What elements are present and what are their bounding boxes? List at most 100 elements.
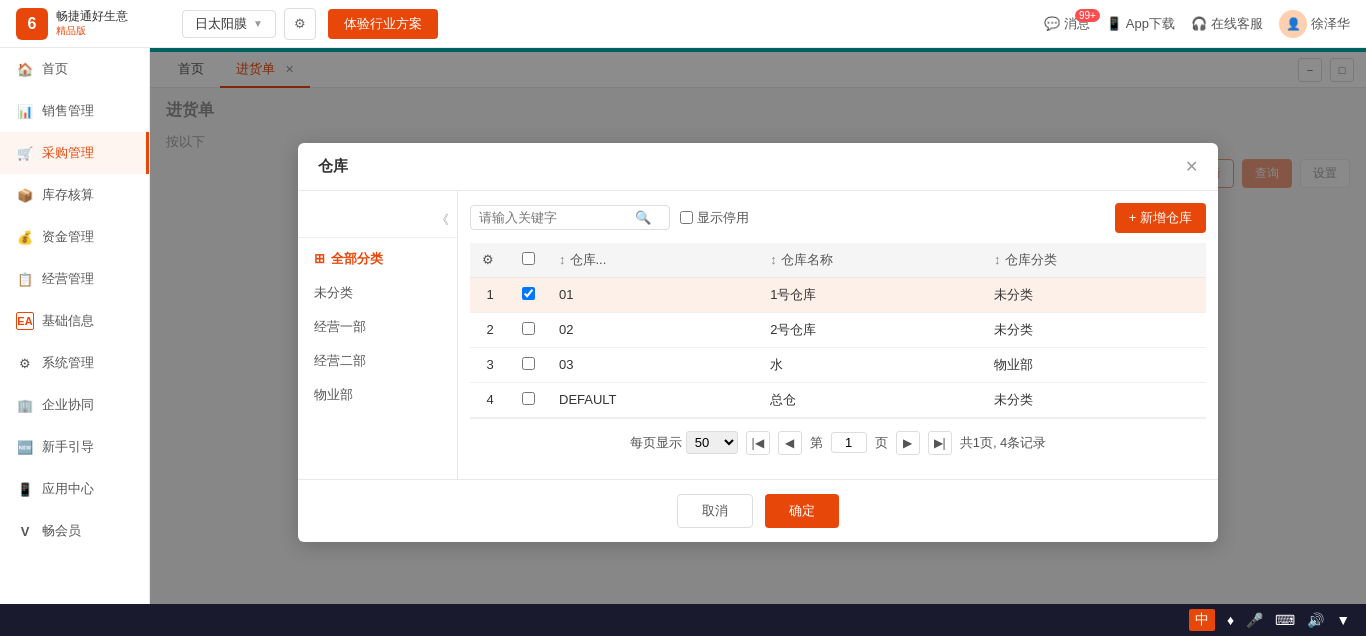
- row-checkbox[interactable]: [522, 287, 535, 300]
- row-category: 物业部: [982, 347, 1206, 382]
- sidebar-item-purchase[interactable]: 🛒 采购管理: [0, 132, 149, 174]
- table-row[interactable]: 1 01 1号仓库 未分类: [470, 277, 1206, 312]
- page-size-selector[interactable]: 每页显示 50 100 200: [630, 431, 738, 454]
- row-number: 4: [470, 382, 510, 417]
- content-area: 首页 进货单 ✕ − □ 进货单 按以下 🖨 打印: [150, 48, 1366, 636]
- sidebar-item-inventory[interactable]: 📦 库存核算: [0, 174, 149, 216]
- row-checkbox-cell[interactable]: [510, 347, 547, 382]
- modal-category-dept1[interactable]: 经营一部: [298, 310, 457, 344]
- sidebar-item-enterprise[interactable]: 🏢 企业协同: [0, 384, 149, 426]
- row-checkbox-cell[interactable]: [510, 277, 547, 312]
- system-icon: ⚙: [16, 354, 34, 372]
- collapse-icon: 《: [436, 212, 449, 227]
- table-row[interactable]: 3 03 水 物业部: [470, 347, 1206, 382]
- row-code: 02: [547, 312, 758, 347]
- sidebar-label-operation: 经营管理: [42, 270, 94, 288]
- vip-icon: V: [16, 522, 34, 540]
- modal-footer: 取消 确定: [298, 479, 1218, 542]
- modal-category-dept2[interactable]: 经营二部: [298, 344, 457, 378]
- table-container: ⚙ ↕仓库...: [470, 243, 1206, 418]
- modal-sidebar-collapse[interactable]: 《: [298, 203, 457, 238]
- sidebar-label-purchase: 采购管理: [42, 144, 94, 162]
- settings-button[interactable]: ⚙: [284, 8, 316, 40]
- phone-icon: 📱: [1106, 16, 1122, 31]
- row-checkbox[interactable]: [522, 392, 535, 405]
- first-page-button[interactable]: |◀: [746, 431, 770, 455]
- per-page-label: 每页显示: [630, 434, 682, 452]
- user-item[interactable]: 👤 徐泽华: [1279, 10, 1350, 38]
- sidebar-item-vip[interactable]: V 畅会员: [0, 510, 149, 552]
- online-service-item[interactable]: 🎧 在线客服: [1191, 15, 1263, 33]
- speaker-icon[interactable]: 🔊: [1307, 612, 1324, 628]
- row-code: 01: [547, 277, 758, 312]
- modal-category-uncategorized[interactable]: 未分类: [298, 276, 457, 310]
- cancel-button[interactable]: 取消: [677, 494, 753, 528]
- row-checkbox-cell[interactable]: [510, 312, 547, 347]
- sidebar-label-finance: 资金管理: [42, 228, 94, 246]
- modal-header: 仓库 ✕: [298, 143, 1218, 191]
- app-download-item[interactable]: 📱 App下载: [1106, 15, 1175, 33]
- show-disabled-label[interactable]: 显示停用: [680, 209, 749, 227]
- row-category: 未分类: [982, 312, 1206, 347]
- last-page-button[interactable]: ▶|: [928, 431, 952, 455]
- modal-close-button[interactable]: ✕: [1185, 157, 1198, 176]
- confirm-button[interactable]: 确定: [765, 494, 839, 528]
- sort-icon-name: ↕: [770, 252, 777, 267]
- purchase-icon: 🛒: [16, 144, 34, 162]
- logo-sub: 精品版: [56, 24, 128, 38]
- settings-icon: ⚙: [482, 252, 494, 267]
- header-right: 💬 消息 99+ 📱 App下载 🎧 在线客服 👤 徐泽华: [1044, 10, 1350, 38]
- page-number-input[interactable]: [831, 432, 867, 453]
- search-wrap[interactable]: 🔍: [470, 205, 670, 230]
- online-service-label: 在线客服: [1211, 15, 1263, 33]
- show-disabled-checkbox[interactable]: [680, 211, 693, 224]
- row-code: DEFAULT: [547, 382, 758, 417]
- row-checkbox[interactable]: [522, 357, 535, 370]
- next-page-button[interactable]: ▶: [896, 431, 920, 455]
- store-selector[interactable]: 日太阳膜 ▼: [182, 10, 276, 38]
- table-row[interactable]: 2 02 2号仓库 未分类: [470, 312, 1206, 347]
- row-number: 2: [470, 312, 510, 347]
- avatar: 👤: [1279, 10, 1307, 38]
- sidebar-item-apps[interactable]: 📱 应用中心: [0, 468, 149, 510]
- search-input[interactable]: [479, 210, 629, 225]
- headset-icon: 🎧: [1191, 16, 1207, 31]
- sidebar-item-basic[interactable]: EA 基础信息: [0, 300, 149, 342]
- per-page-select[interactable]: 50 100 200: [686, 431, 738, 454]
- top-header: 6 畅捷通好生意 精品版 日太阳膜 ▼ ⚙ 体验行业方案 💬 消息 99+ 📱 …: [0, 0, 1366, 48]
- basic-icon: EA: [16, 312, 34, 330]
- row-number: 3: [470, 347, 510, 382]
- sort-icon-cat: ↕: [994, 252, 1001, 267]
- table-row[interactable]: 4 DEFAULT 总仓 未分类: [470, 382, 1206, 417]
- modal-category-property[interactable]: 物业部: [298, 378, 457, 412]
- trial-button[interactable]: 体验行业方案: [328, 9, 438, 39]
- modal-category-all[interactable]: ⊞ 全部分类: [298, 242, 457, 276]
- pagination: 每页显示 50 100 200 |◀ ◀ 第 页: [470, 418, 1206, 467]
- sidebar-item-home[interactable]: 🏠 首页: [0, 48, 149, 90]
- sidebar-item-operation[interactable]: 📋 经营管理: [0, 258, 149, 300]
- select-all-checkbox[interactable]: [522, 252, 535, 265]
- sidebar-item-system[interactable]: ⚙ 系统管理: [0, 342, 149, 384]
- logo-icon: 6: [16, 8, 48, 40]
- diamond-icon[interactable]: ♦: [1227, 612, 1234, 628]
- row-code: 03: [547, 347, 758, 382]
- sidebar-item-finance[interactable]: 💰 资金管理: [0, 216, 149, 258]
- sidebar-item-sales[interactable]: 📊 销售管理: [0, 90, 149, 132]
- mic-icon[interactable]: 🎤: [1246, 612, 1263, 628]
- row-checkbox[interactable]: [522, 322, 535, 335]
- notification-item[interactable]: 💬 消息 99+: [1044, 15, 1090, 33]
- modal-body: 《 ⊞ 全部分类 未分类 经营一部 经营二部: [298, 191, 1218, 479]
- row-category: 未分类: [982, 277, 1206, 312]
- col-settings: ⚙: [470, 243, 510, 278]
- sidebar-label-home: 首页: [42, 60, 68, 78]
- keyboard-icon[interactable]: ⌨: [1275, 612, 1295, 628]
- prev-page-button[interactable]: ◀: [778, 431, 802, 455]
- arrow-down-icon[interactable]: ▼: [1336, 612, 1350, 628]
- row-checkbox-cell[interactable]: [510, 382, 547, 417]
- add-warehouse-button[interactable]: + 新增仓库: [1115, 203, 1206, 233]
- sales-icon: 📊: [16, 102, 34, 120]
- sidebar-item-guide[interactable]: 🆕 新手引导: [0, 426, 149, 468]
- row-name: 水: [758, 347, 982, 382]
- page-label: 第: [810, 434, 823, 452]
- ime-icon[interactable]: 中: [1189, 609, 1215, 631]
